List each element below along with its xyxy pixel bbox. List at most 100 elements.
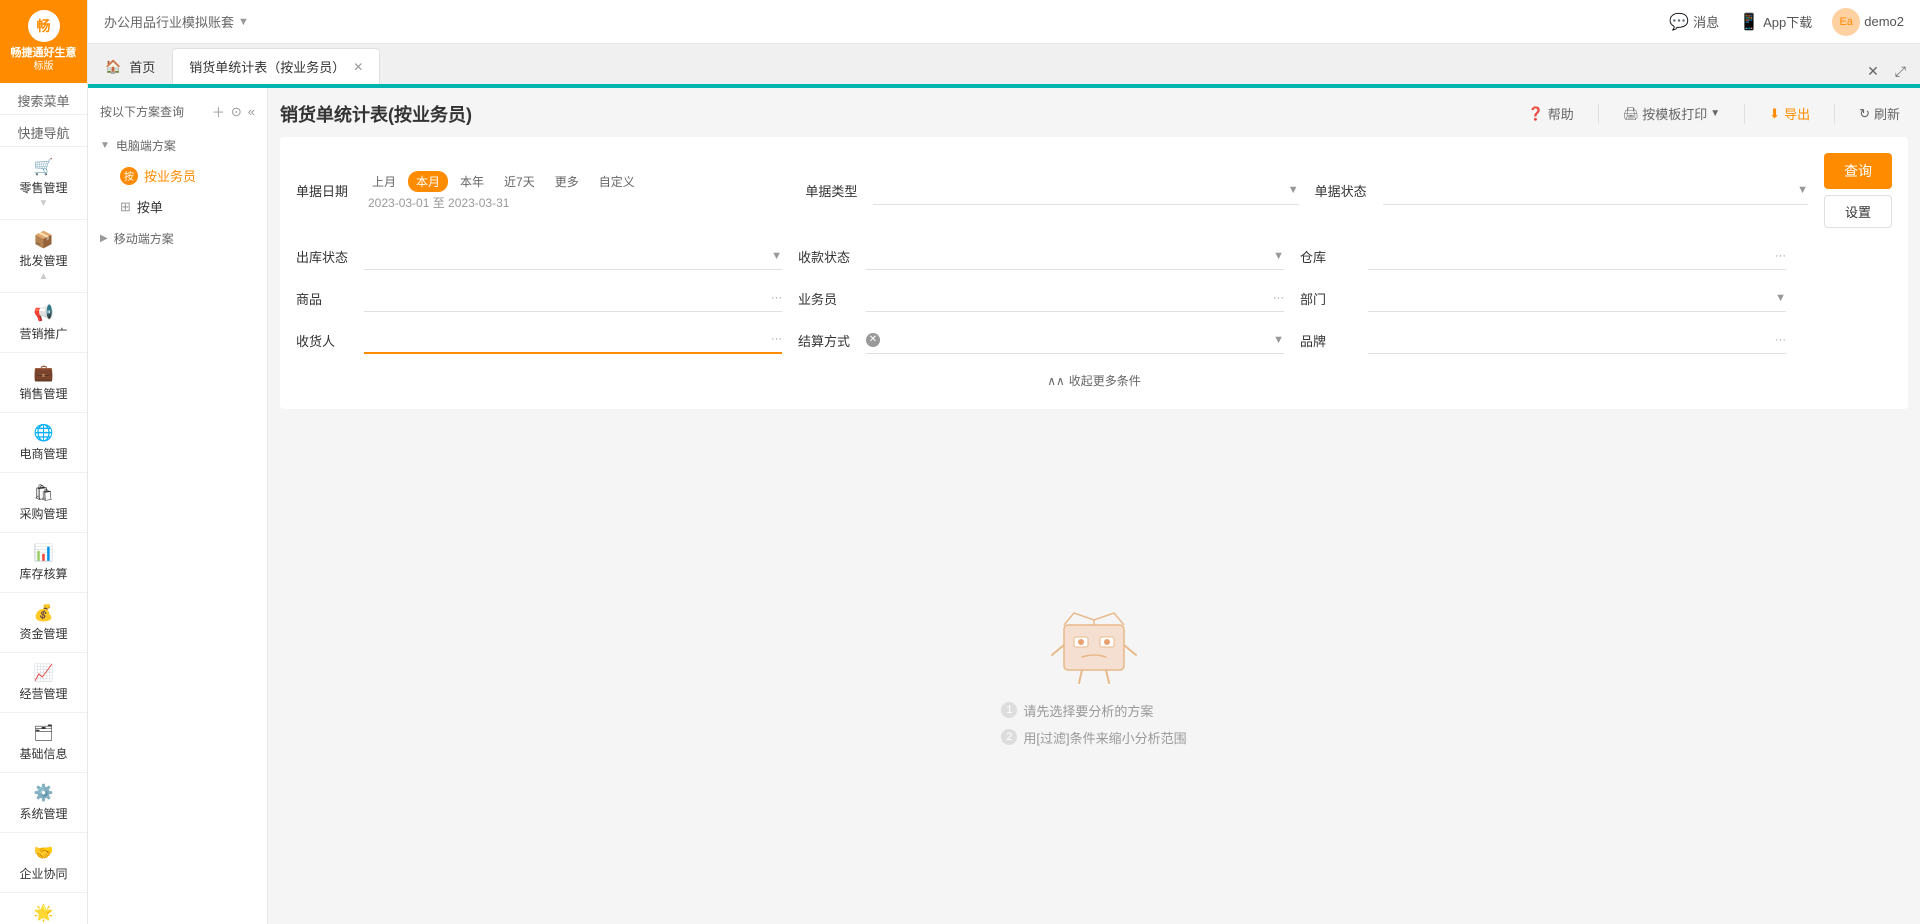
message-button[interactable]: 💬 消息: [1669, 12, 1719, 32]
sidebar-item-inventory[interactable]: 📊 库存核算: [0, 533, 87, 593]
date-tab-7days[interactable]: 近7天: [496, 171, 543, 192]
operations-icon: 📈: [34, 663, 54, 683]
separator: [1598, 104, 1599, 124]
add-scheme-button[interactable]: ＋: [212, 102, 225, 121]
separator3: [1834, 104, 1835, 124]
filter-field-receiver: 收货人 ···: [296, 326, 782, 354]
tab-close-all-button[interactable]: ✕: [1863, 59, 1883, 84]
collapse-panel-button[interactable]: «: [248, 104, 255, 119]
product-select[interactable]: ···: [364, 284, 782, 312]
tree-section-desktop: ▼ 电脑端方案: [88, 129, 267, 160]
out-status-dropdown-icon: ▼: [771, 250, 782, 262]
quick-nav[interactable]: 快捷导航: [0, 115, 87, 147]
tab-sales-stat[interactable]: 销货单统计表（按业务员） ✕: [172, 48, 380, 84]
doc-type-dropdown-icon: ▼: [1288, 184, 1299, 196]
date-tab-last-month[interactable]: 上月: [364, 171, 404, 192]
date-tab-this-year[interactable]: 本年: [452, 171, 492, 192]
help-button[interactable]: ❓ 帮助: [1520, 100, 1582, 127]
date-tab-more[interactable]: 更多: [547, 171, 587, 192]
refresh-icon: ↻: [1859, 106, 1870, 122]
tab-close-button[interactable]: ✕: [353, 61, 363, 73]
breadcrumb: 办公用品行业模拟账套 ▼: [104, 12, 249, 31]
refresh-button[interactable]: ↻ 刷新: [1851, 100, 1908, 127]
doc-status-select[interactable]: ▼: [1383, 177, 1808, 205]
department-label: 部门: [1300, 289, 1360, 308]
sidebar-item-retail[interactable]: 🛒 零售管理 ▼: [0, 147, 87, 220]
filter-field-doc-type: 单据类型 ▼: [805, 177, 1298, 205]
tab-home[interactable]: 🏠 首页: [88, 48, 172, 84]
tab-maximize-button[interactable]: ⤢: [1891, 59, 1910, 84]
department-select[interactable]: ▼: [1368, 284, 1786, 312]
page-actions: ❓ 帮助 🖨 按模板打印 ▼ ⬇ 导出: [1520, 100, 1908, 127]
sidebar-item-corp[interactable]: 🤝 企业协同: [0, 833, 87, 893]
tree-arrow-icon: ▶: [100, 233, 108, 244]
basic-icon: 🗂: [33, 723, 53, 743]
panel-header: 按以下方案查询 ＋ ⊙ «: [88, 98, 267, 129]
sidebar-item-finance[interactable]: 💰 资金管理: [0, 593, 87, 653]
sales-icon: 💼: [34, 363, 54, 383]
filter-row-3: 商品 ··· 业务员 ··· 部门: [296, 284, 1892, 312]
sidebar-item-wholesale[interactable]: 📦 批发管理 ▲: [0, 220, 87, 293]
filter-row-4: 收货人 ··· 结算方式 ✕ ▼: [296, 326, 1892, 354]
page-title-bar: 销货单统计表(按业务员) ❓ 帮助 🖨 按模板打印 ▼ ⬇: [280, 100, 1908, 127]
collapse-filters-button[interactable]: ∧∧ 收起更多条件: [296, 368, 1892, 393]
date-tab-custom[interactable]: 自定义: [591, 171, 643, 192]
print-button[interactable]: 🖨 按模板打印 ▼: [1615, 100, 1728, 127]
separator2: [1744, 104, 1745, 124]
sidebar-item-sales[interactable]: 💼 销售管理: [0, 353, 87, 413]
filter-form: 单据日期 上月 本月 本年 近7天 更多 自定义 2023-03-01 至 20…: [280, 137, 1908, 409]
filter-field-receipt-status: 收款状态 ▼: [798, 242, 1284, 270]
sidebar-item-marketing[interactable]: 📢 营销推广: [0, 293, 87, 353]
empty-tips: 1 请先选择要分析的方案 2 用[过滤]条件来缩小分析范围: [1001, 701, 1186, 747]
sidebar-item-label: 库存核算: [19, 565, 67, 582]
query-button[interactable]: 查询: [1824, 153, 1892, 189]
export-button[interactable]: ⬇ 导出: [1761, 100, 1818, 127]
receipt-status-label: 收款状态: [798, 247, 858, 266]
sidebar-item-label: 企业协同: [19, 865, 67, 882]
topbar: 办公用品行业模拟账套 ▼ 💬 消息 📱 App下载 Ea demo2: [88, 0, 1920, 44]
brand-select[interactable]: ···: [1368, 326, 1786, 354]
payment-select[interactable]: ✕ ▼: [866, 326, 1284, 354]
download-icon: 📱: [1739, 12, 1759, 32]
salesperson-more-icon: ···: [1273, 292, 1284, 304]
tabbar: 🏠 首页 销货单统计表（按业务员） ✕ ✕ ⤢: [88, 44, 1920, 84]
settings-button[interactable]: 设置: [1824, 195, 1892, 228]
tree-item-by-doc[interactable]: ⊞ 按单: [108, 191, 267, 222]
tab-label: 销货单统计表（按业务员）: [189, 57, 345, 76]
date-tab-this-month[interactable]: 本月: [408, 171, 448, 192]
collapse-icon: ∧∧: [1047, 374, 1065, 388]
sidebar-item-label: 营销推广: [19, 325, 67, 342]
empty-tip-2: 2 用[过滤]条件来缩小分析范围: [1001, 728, 1186, 747]
filter-field-payment: 结算方式 ✕ ▼: [798, 326, 1284, 354]
left-panel: 按以下方案查询 ＋ ⊙ « ▼ 电脑端方案 按 按业务员 ⊞ 按单: [88, 88, 268, 924]
sidebar-item-ecommerce[interactable]: 🌐 电商管理: [0, 413, 87, 473]
doc-type-select[interactable]: ▼: [873, 177, 1298, 205]
receiver-more-icon: ···: [771, 333, 782, 345]
breadcrumb-dropdown-icon[interactable]: ▼: [238, 16, 249, 28]
warehouse-select[interactable]: ···: [1368, 242, 1786, 270]
sidebar-item-label: 批发管理: [19, 252, 67, 269]
receiver-label: 收货人: [296, 331, 356, 350]
tree-item-salesperson[interactable]: 按 按业务员: [108, 160, 267, 191]
filter-field-doc-status: 单据状态 ▼: [1315, 177, 1808, 205]
filter-row-2: 出库状态 ▼ 收款状态 ▼ 仓库: [296, 242, 1892, 270]
receiver-input[interactable]: ···: [364, 326, 782, 354]
payment-clear-button[interactable]: ✕: [866, 333, 880, 347]
user-menu[interactable]: Ea demo2: [1832, 8, 1904, 36]
logo-icon: 畅: [28, 10, 60, 42]
sidebar-item-basic[interactable]: 🗂 基础信息: [0, 713, 87, 773]
sidebar-item-purchase[interactable]: 🛍 采购管理: [0, 473, 87, 533]
doc-type-label: 单据类型: [805, 181, 865, 200]
sidebar-item-newbie[interactable]: 🌟 新手引导: [0, 893, 87, 924]
sidebar-item-system[interactable]: ⚙️ 系统管理: [0, 773, 87, 833]
settings-scheme-button[interactable]: ⊙: [231, 104, 242, 120]
sidebar-item-operations[interactable]: 📈 经营管理: [0, 653, 87, 713]
search-menu[interactable]: 搜索菜单: [0, 83, 87, 115]
salesperson-select[interactable]: ···: [866, 284, 1284, 312]
receipt-status-select[interactable]: ▼: [866, 242, 1284, 270]
newbie-icon: 🌟: [34, 903, 54, 923]
print-icon: 🖨: [1623, 106, 1640, 122]
query-settings-group: 查询 设置: [1824, 153, 1892, 228]
out-status-select[interactable]: ▼: [364, 242, 782, 270]
app-download-button[interactable]: 📱 App下载: [1739, 12, 1812, 32]
